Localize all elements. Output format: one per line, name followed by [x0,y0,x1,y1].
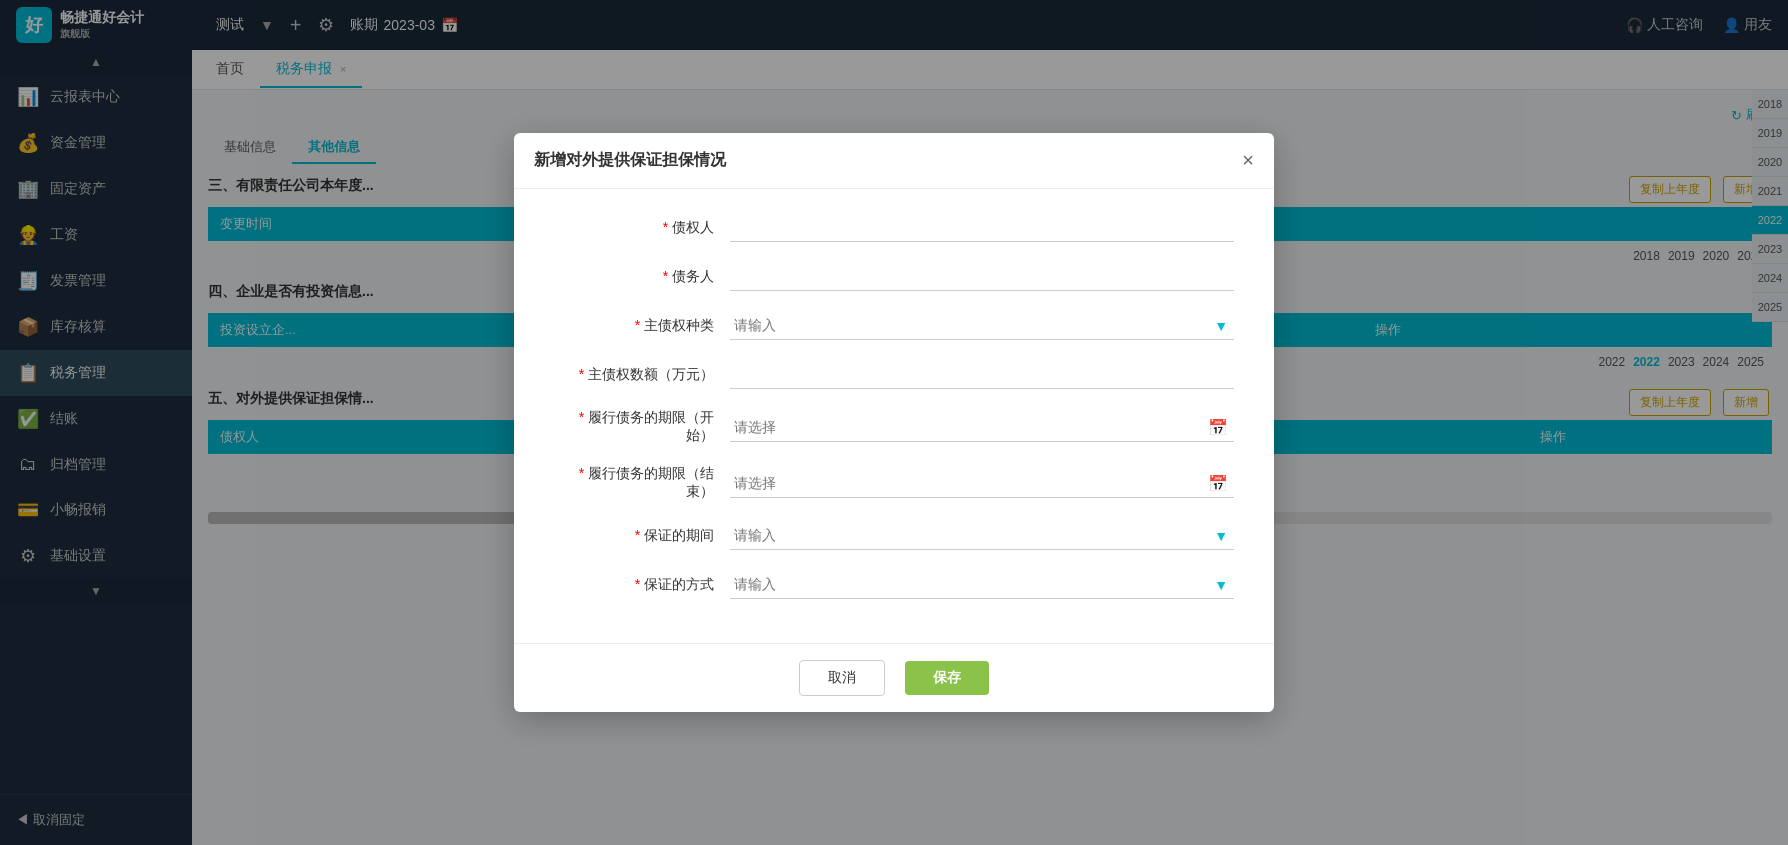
claim-amount-input[interactable] [730,360,1234,389]
guarantee-period-input[interactable] [730,521,1234,550]
form-row-creditor: * 债权人 [554,213,1234,242]
modal-close-button[interactable]: × [1242,149,1254,172]
form-row-debtor: * 债务人 [554,262,1234,291]
cancel-button[interactable]: 取消 [799,660,885,696]
claim-type-label: * 主债权种类 [554,317,714,335]
guarantee-method-select-wrap: ▼ [730,570,1234,599]
period-start-label: * 履行债务的期限（开始） [554,409,714,445]
period-start-input[interactable] [730,413,1234,442]
modal-body: * 债权人 * 债务人 * 主债权种类 [514,189,1274,643]
debtor-label: * 债务人 [554,268,714,286]
modal-header: 新增对外提供保证担保情况 × [514,133,1274,189]
form-row-guarantee-period: * 保证的期间 ▼ [554,521,1234,550]
guarantee-method-input[interactable] [730,570,1234,599]
form-row-claim-type: * 主债权种类 ▼ [554,311,1234,340]
modal-dialog: 新增对外提供保证担保情况 × * 债权人 * 债务人 [514,133,1274,712]
period-start-date-wrap: 📅 [730,413,1234,442]
period-end-input[interactable] [730,469,1234,498]
form-row-period-end: * 履行债务的期限（结束） 📅 [554,465,1234,501]
form-row-claim-amount: * 主债权数额（万元） [554,360,1234,389]
creditor-label: * 债权人 [554,219,714,237]
guarantee-period-label: * 保证的期间 [554,527,714,545]
claim-type-input[interactable] [730,311,1234,340]
claim-type-select-wrap: ▼ [730,311,1234,340]
modal-footer: 取消 保存 [514,643,1274,712]
form-row-period-start: * 履行债务的期限（开始） 📅 [554,409,1234,445]
modal-overlay: 新增对外提供保证担保情况 × * 债权人 * 债务人 [0,0,1788,845]
modal-title: 新增对外提供保证担保情况 [534,150,726,171]
debtor-input[interactable] [730,262,1234,291]
guarantee-period-select-wrap: ▼ [730,521,1234,550]
form-row-guarantee-method: * 保证的方式 ▼ [554,570,1234,599]
guarantee-method-label: * 保证的方式 [554,576,714,594]
save-button[interactable]: 保存 [905,661,989,695]
period-end-label: * 履行债务的期限（结束） [554,465,714,501]
claim-amount-label: * 主债权数额（万元） [554,366,714,384]
creditor-input[interactable] [730,213,1234,242]
period-end-date-wrap: 📅 [730,469,1234,498]
